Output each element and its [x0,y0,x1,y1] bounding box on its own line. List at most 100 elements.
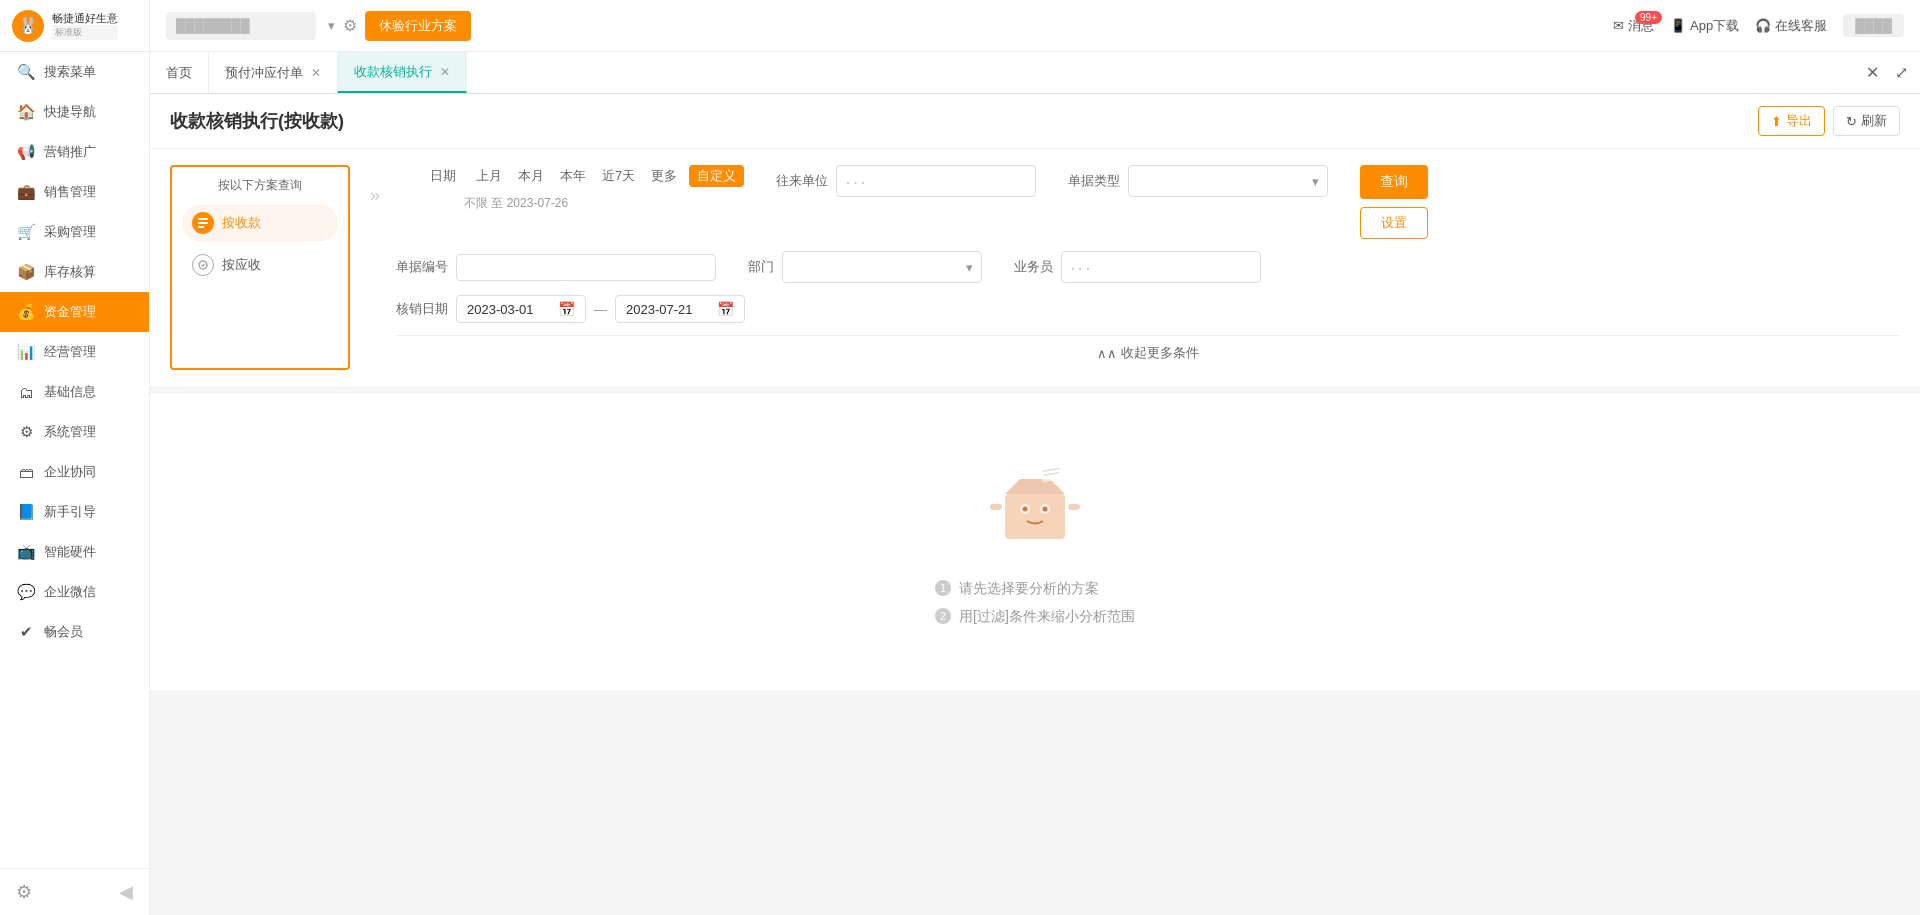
online-service-btn[interactable]: 🎧 在线客服 [1755,17,1827,35]
user-area[interactable]: ████ [1843,14,1904,37]
finance-icon: 💰 [16,302,36,322]
tab-receipt-label: 收款核销执行 [354,63,432,81]
refresh-icon: ↻ [1846,114,1857,129]
hint-item-2: 2 用[过滤]条件来缩小分析范围 [935,602,1135,630]
tab-expand-btn[interactable]: ⤢ [1891,59,1912,86]
industry-btn[interactable]: 休验行业方案 [365,11,471,41]
sidebar-label-guide: 新手引导 [44,503,96,521]
doc-no-input[interactable] [456,254,716,281]
dropdown-icon[interactable]: ▾ [328,18,335,33]
svg-rect-1 [198,222,208,224]
sidebar-item-purchase[interactable]: 🛒 采购管理 [0,212,149,252]
svg-rect-0 [198,218,208,220]
brand-input[interactable]: ████████ [166,12,316,40]
sidebar-item-system[interactable]: ⚙ 系统管理 [0,412,149,452]
receivable-icon [192,254,214,276]
shortcut-last7[interactable]: 近7天 [598,165,639,187]
verify-date-end-input[interactable]: 2023-07-21 📅 [615,295,745,323]
unit-label: 往来单位 [776,172,828,190]
page-content: 收款核销执行(按收款) ⬆ 导出 ↻ 刷新 按以下方案查询 [150,94,1920,915]
shortcut-this-month[interactable]: 本月 [514,165,548,187]
sidebar-item-cooperation[interactable]: 🗃 企业协同 [0,452,149,492]
filter-option-by-receivable[interactable]: 按应收 [182,246,338,284]
tab-bar: 首页 预付冲应付单 ✕ 收款核销执行 ✕ ✕ ⤢ [150,52,1920,94]
sidebar-item-inventory[interactable]: 📦 库存核算 [0,252,149,292]
hardware-icon: 📺 [16,542,36,562]
sidebar-item-guide[interactable]: 📘 新手引导 [0,492,149,532]
sidebar-label-member: 畅会员 [44,623,83,641]
refresh-btn[interactable]: ↻ 刷新 [1833,106,1900,136]
shortcut-more[interactable]: 更多 [647,165,681,187]
hint-num-1: 1 [935,580,951,596]
date-label: 日期 [396,167,456,185]
tab-prepay-close[interactable]: ✕ [311,66,321,80]
svg-rect-9 [990,504,1002,510]
sidebar-item-operation[interactable]: 📊 经营管理 [0,332,149,372]
export-icon: ⬆ [1771,114,1782,129]
dept-select[interactable]: ▾ [782,251,982,283]
collapse-more-row[interactable]: ∧∧ 收起更多条件 [396,335,1900,370]
message-icon: ✉ [1613,18,1624,33]
logo-area: 🐰 畅捷通好生意 标准版 [0,0,149,52]
verify-date-label: 核销日期 [396,300,448,318]
sidebar-item-sales[interactable]: 💼 销售管理 [0,172,149,212]
sidebar-label-sales: 销售管理 [44,183,96,201]
app-download-btn[interactable]: 📱 App下载 [1670,17,1739,35]
top-header: ████████ ▾ ⚙ 休验行业方案 ✉ 消息 99+ 📱 App下载 🎧 在… [150,0,1920,52]
doc-no-label: 单据编号 [396,258,448,276]
logo-icon: 🐰 [12,10,44,42]
sidebar-item-member[interactable]: ✔ 畅会员 [0,612,149,652]
hint-item-1: 1 请先选择要分析的方案 [935,574,1135,602]
collapse-label: 收起更多条件 [1121,344,1199,362]
query-btn[interactable]: 查询 [1360,165,1428,199]
sidebar-item-marketing[interactable]: 📢 营销推广 [0,132,149,172]
staff-select[interactable]: ··· [1061,251,1261,283]
collapse-more-btn[interactable]: ∧∧ 收起更多条件 [1097,344,1199,362]
header-left: ████████ ▾ ⚙ 休验行业方案 [166,11,471,41]
calendar-end-icon[interactable]: 📅 [717,301,734,317]
gear-icon[interactable]: ⚙ [343,16,357,35]
collapse-panel-btn[interactable]: » [370,185,380,206]
date-separator: — [594,302,607,317]
svg-rect-10 [1068,504,1080,510]
marketing-icon: 📢 [16,142,36,162]
main-area: ████████ ▾ ⚙ 休验行业方案 ✉ 消息 99+ 📱 App下载 🎧 在… [150,0,1920,915]
sidebar-item-hardware[interactable]: 📺 智能硬件 [0,532,149,572]
sidebar-collapse-icon[interactable]: ◀ [119,881,133,903]
guide-icon: 📘 [16,502,36,522]
sidebar-label-search: 搜索菜单 [44,63,96,81]
tab-home[interactable]: 首页 [150,52,209,93]
export-btn[interactable]: ⬆ 导出 [1758,106,1825,136]
sidebar-item-wechat[interactable]: 💬 企业微信 [0,572,149,612]
message-btn[interactable]: ✉ 消息 99+ [1613,17,1654,35]
tab-prepay[interactable]: 预付冲应付单 ✕ [209,52,338,93]
sidebar-label-finance: 资金管理 [44,303,96,321]
tab-receipt-close[interactable]: ✕ [440,65,450,79]
shortcut-last-month[interactable]: 上月 [472,165,506,187]
settings-gear-icon[interactable]: ⚙ [16,881,32,903]
refresh-label: 刷新 [1861,112,1887,130]
verify-date-start-input[interactable]: 2023-03-01 📅 [456,295,586,323]
tab-bar-actions: ✕ ⤢ [1862,59,1920,86]
shortcut-custom[interactable]: 自定义 [689,165,744,187]
doc-type-select[interactable]: ▾ [1128,165,1328,197]
filter-option-by-receipt[interactable]: 按收款 [182,204,338,242]
service-label: 在线客服 [1775,17,1827,35]
calendar-start-icon[interactable]: 📅 [558,301,575,317]
sidebar-label-cooperation: 企业协同 [44,463,96,481]
filter-scheme-panel: 按以下方案查询 按收款 [170,165,350,370]
svg-rect-11 [1039,461,1067,483]
filter-area: 按以下方案查询 按收款 [150,149,1920,386]
tab-close-btn[interactable]: ✕ [1862,59,1883,86]
sidebar-item-shortcut[interactable]: 🏠 快捷导航 [0,92,149,132]
settings-btn[interactable]: 设置 [1360,207,1428,239]
verify-date-start-value: 2023-03-01 [467,302,534,317]
hint-text-2: 用[过滤]条件来缩小分析范围 [959,602,1135,630]
sidebar-item-finance[interactable]: 💰 资金管理 [0,292,149,332]
tab-receipt[interactable]: 收款核销执行 ✕ [338,52,467,93]
sidebar-item-basic[interactable]: 🗂 基础信息 [0,372,149,412]
dept-label: 部门 [748,258,774,276]
shortcut-this-year[interactable]: 本年 [556,165,590,187]
sidebar-item-search[interactable]: 🔍 搜索菜单 [0,52,149,92]
svg-point-7 [1023,507,1028,512]
